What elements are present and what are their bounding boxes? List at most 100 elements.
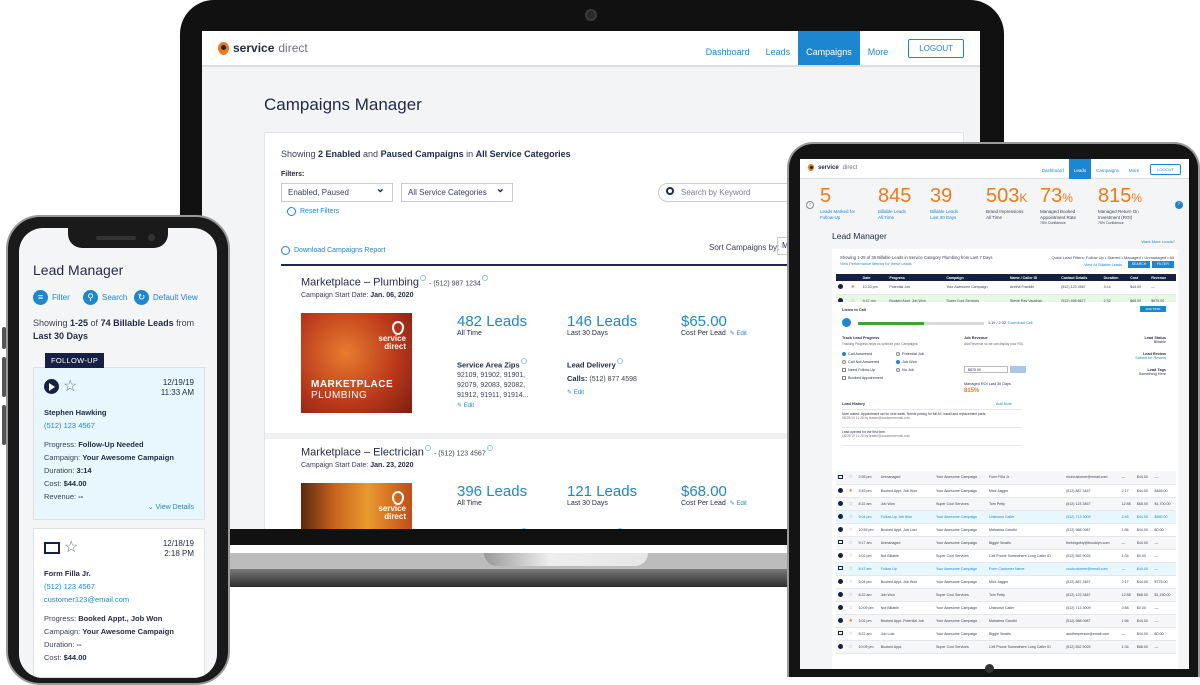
view-all-billable-link[interactable]: View All Billable Leads	[1084, 263, 1122, 267]
nav-more[interactable]: More	[860, 31, 897, 65]
play-icon[interactable]	[838, 500, 843, 506]
table-row[interactable]: ☆ 10:09 pm Booked Appt. Super Cool Services…	[836, 640, 1176, 654]
star-icon[interactable]: ☆	[849, 605, 853, 611]
column-header[interactable]: Revenue	[1149, 274, 1176, 281]
edit-delivery-link[interactable]: ✎ Edit	[567, 390, 584, 396]
brand-logo[interactable]: service direct	[808, 164, 857, 171]
play-icon[interactable]	[838, 617, 843, 623]
logout-button[interactable]: LOGOUT	[908, 38, 964, 58]
edit-cpl-link[interactable]: ✎ Edit	[730, 501, 747, 507]
progress-checkbox[interactable]: Booked Appointment	[842, 376, 883, 380]
table-row[interactable]: ☆ 9:17 am Unmanaged Your Awesome Campaign Bi…	[836, 536, 1176, 550]
table-row[interactable]: ☆ 9:04 pm Follow-Up Job Won Your Awesome Ca…	[836, 510, 1176, 524]
star-icon[interactable]: ☆	[849, 474, 853, 480]
play-icon[interactable]	[838, 526, 843, 532]
save-revenue-button[interactable]	[1010, 366, 1026, 373]
search-button[interactable]: SEARCH	[1128, 261, 1150, 268]
view-details-link[interactable]: ⌄ View Details	[148, 503, 194, 511]
progress-radio[interactable]: No Job	[896, 368, 914, 372]
table-row[interactable]: ☆ 2:55 pm Unmanaged Your Awesome Campaign Fo…	[836, 471, 1176, 485]
nav-dashboard[interactable]: Dashboard	[1037, 159, 1069, 179]
table-row[interactable]: ☆ 10:59 pm Booked Appt. Job Lost Your Aweso…	[836, 523, 1176, 537]
progress-radio[interactable]: Call Not Answered	[842, 360, 879, 364]
quick-lead-filters[interactable]: Quick Lead Filters: Follow Up • Starred …	[1051, 255, 1174, 260]
call-progress-bar[interactable]	[858, 322, 984, 325]
add-note-link[interactable]: Add Note	[996, 402, 1012, 406]
carousel-next-button[interactable]: ›	[1175, 201, 1183, 209]
table-row[interactable]: ★ 3:02 pm Booked Appt. Potential Job Your A…	[836, 614, 1176, 628]
download-call-link[interactable]: Download Call	[1008, 321, 1032, 325]
nav-more[interactable]: More	[1124, 159, 1144, 179]
logout-button[interactable]: LOGOUT	[1150, 163, 1181, 175]
download-report-link[interactable]: Download Campaigns Report	[281, 246, 385, 255]
star-icon[interactable]: ☆	[849, 501, 853, 507]
star-icon[interactable]: ☆	[64, 539, 78, 556]
table-row[interactable]: ☆ 8:47 am Follow Up Your Awesome Campaign Fo…	[836, 562, 1176, 576]
filter-button[interactable]: ≡ Filter	[33, 290, 70, 305]
play-icon[interactable]	[838, 284, 843, 290]
performance-metrics-link[interactable]: View Performance Metrics for these Leads	[840, 262, 911, 266]
lead-card[interactable]: ☆ 12/18/19 2:18 PM Form Filla Jr. (512) 1…	[33, 528, 205, 678]
table-row[interactable]: ★ 10:33 pm Potential Job Your Awesome Campa…	[836, 281, 1176, 295]
column-header[interactable]: Cost	[1128, 274, 1150, 281]
star-icon[interactable]: ☆	[849, 540, 853, 546]
star-icon[interactable]: ☆	[63, 378, 77, 395]
star-icon[interactable]: ☆	[849, 631, 853, 637]
lead-phone[interactable]: (512) 123 4567	[44, 421, 194, 430]
play-icon[interactable]	[838, 487, 843, 493]
table-row[interactable]: ★ 5:45 pm Booked Appt. Job Won Your Awesome…	[836, 484, 1176, 498]
star-filled-icon[interactable]: ★	[851, 284, 855, 290]
star-icon[interactable]: ☆	[849, 527, 853, 533]
play-button[interactable]	[842, 318, 851, 327]
column-header[interactable]: Contact Details	[1059, 274, 1102, 281]
play-icon[interactable]	[44, 379, 59, 395]
progress-radio[interactable]: Call Answered	[842, 352, 872, 356]
edit-cpl-link[interactable]: ✎ Edit	[730, 331, 747, 337]
star-icon[interactable]: ☆	[849, 592, 853, 598]
lead-card[interactable]: ☆ 12/19/19 11:33 AM Stephen Hawking (512)…	[33, 367, 205, 520]
star-filled-icon[interactable]: ★	[849, 488, 853, 494]
edit-zips-link[interactable]: ✎ Edit	[457, 403, 474, 409]
star-icon[interactable]: ☆	[849, 553, 853, 559]
play-icon[interactable]	[838, 604, 843, 610]
status-filter-select[interactable]: Enabled, Paused	[281, 181, 393, 202]
play-icon[interactable]	[838, 578, 843, 584]
column-header[interactable]: Date	[860, 274, 888, 281]
star-icon[interactable]: ☆	[849, 566, 853, 572]
filter-button[interactable]: FILTER	[1152, 261, 1174, 268]
nav-dashboard[interactable]: Dashboard	[698, 31, 758, 65]
star-icon[interactable]: ☆	[849, 579, 853, 585]
table-row[interactable]: ☆ 8:22 am Job Won Super Cool Services Tom Pe…	[836, 588, 1176, 602]
column-header[interactable]: Campaign	[944, 274, 1008, 281]
want-more-leads-link[interactable]: Want More Leads?	[1141, 239, 1175, 244]
nav-campaigns[interactable]: Campaigns	[1091, 159, 1124, 179]
star-icon[interactable]: ☆	[849, 514, 853, 520]
default-view-button[interactable]: ↻ Default View	[134, 290, 198, 305]
category-filter-select[interactable]: All Service Categories	[401, 181, 513, 202]
table-row[interactable]: ☆ 10:09 pm Not Billable Your Awesome Campai…	[836, 601, 1176, 615]
column-header[interactable]: Duration	[1101, 274, 1129, 281]
nav-leads[interactable]: Leads	[1068, 159, 1092, 179]
table-row[interactable]: ☆ 3:02 pm Not Billable Super Cool Services C…	[836, 549, 1176, 563]
nav-campaigns[interactable]: Campaigns	[798, 31, 860, 65]
column-header[interactable]: Name / Caller ID	[1007, 274, 1060, 281]
progress-radio[interactable]: Potential Job	[896, 352, 924, 356]
play-icon[interactable]	[838, 552, 843, 558]
carousel-prev-button[interactable]: ‹	[806, 201, 814, 209]
progress-radio[interactable]: Job Won	[896, 360, 917, 364]
lead-phone[interactable]: (512) 123 4567	[44, 582, 194, 591]
search-button[interactable]: ⚲ Search	[83, 290, 127, 305]
column-header[interactable]: Progress	[887, 274, 945, 281]
table-row[interactable]: ☆ 8:22 am Job Lost Your Awesome Campaign Big…	[836, 627, 1176, 641]
play-icon[interactable]	[838, 643, 843, 649]
play-icon[interactable]	[838, 591, 843, 597]
star-filled-icon[interactable]: ★	[849, 618, 853, 624]
star-icon[interactable]: ☆	[849, 644, 853, 650]
table-row[interactable]: ☆ 8:22 am Job Won Super Cool Services Tom Pe…	[836, 497, 1176, 511]
brand-logo[interactable]: service direct	[218, 41, 308, 55]
nav-leads[interactable]: Leads	[758, 31, 799, 65]
job-revenue-input[interactable]: $875.00	[964, 366, 1008, 373]
table-row[interactable]: ☆ 5:04 pm Booked Appt. Job Won Your Awesome…	[836, 575, 1176, 589]
play-icon[interactable]	[838, 513, 843, 519]
reset-filters-link[interactable]: Reset Filters	[287, 207, 339, 216]
